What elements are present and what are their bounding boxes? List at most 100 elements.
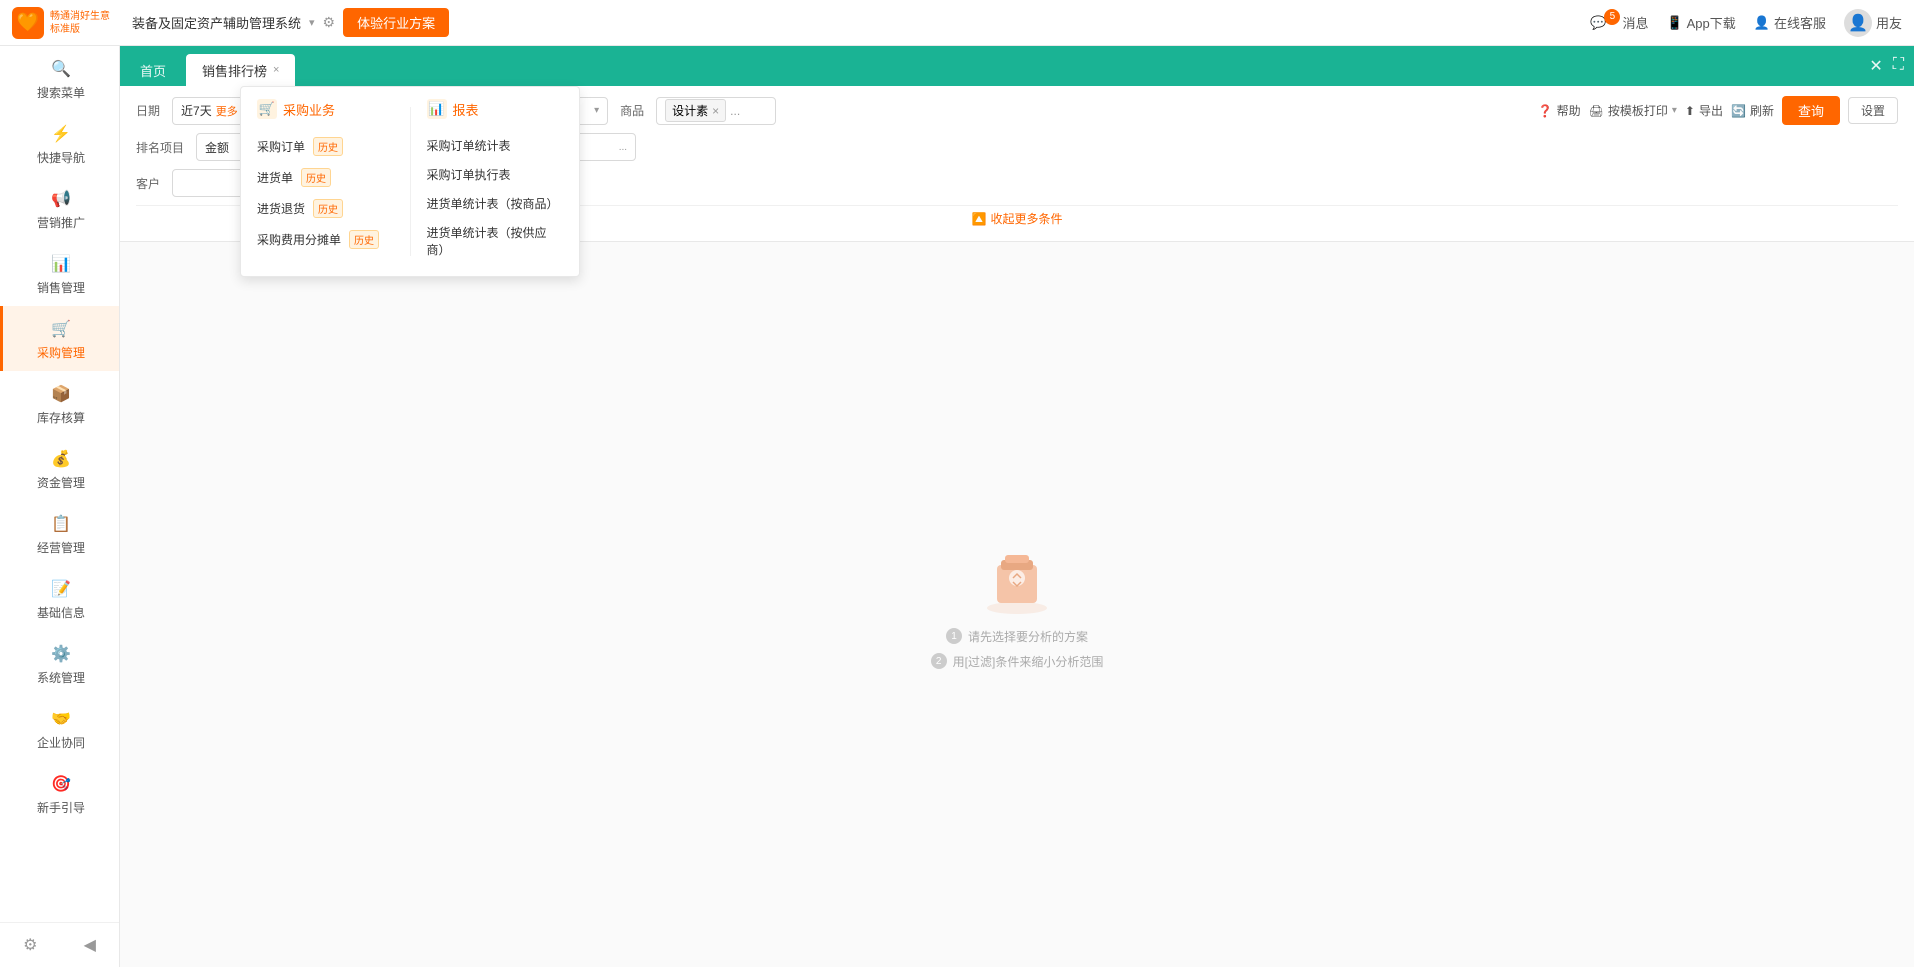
message-label: 消息 — [1622, 13, 1648, 32]
sys-title-area: 装备及固定资产辅助管理系统 ▾ ⚙ 体验行业方案 — [132, 8, 1590, 37]
tab-ranking[interactable]: 销售排行榜 × — [186, 54, 295, 86]
salesman-ellipsis: ... — [619, 142, 627, 153]
customer-label: 客户 — [136, 175, 160, 192]
online-service-button[interactable]: 👤 在线客服 — [1754, 13, 1826, 32]
sidebar-item-finance[interactable]: 💰 资金管理 — [0, 436, 119, 501]
solution-button[interactable]: 体验行业方案 — [343, 8, 449, 37]
dropdown-cols: 🛒 采购业务 采购订单 历史 进货单 历史 进货退货 历史 — [241, 99, 579, 264]
goods-ellipsis[interactable]: ... — [730, 104, 740, 118]
empty-step-2: 2 用[过滤]条件来缩小分析范围 — [931, 653, 1104, 670]
tab-home[interactable]: 首页 — [124, 54, 182, 86]
sales-icon: 📊 — [50, 253, 72, 275]
goods-input[interactable]: 设计素 × ... — [656, 97, 776, 125]
sidebar-item-quick-nav[interactable]: ⚡ 快捷导航 — [0, 111, 119, 176]
dropdown-report-header: 📊 报表 — [427, 99, 564, 127]
message-button[interactable]: 💬 5 消息 — [1590, 13, 1648, 32]
tab-ranking-label: 销售排行榜 — [202, 61, 267, 80]
export-icon: ⬆ — [1685, 104, 1695, 118]
user-area[interactable]: 👤 用友 — [1844, 9, 1902, 37]
logo-text: 畅通消好生意 标准版 — [50, 10, 110, 36]
empty-step1-text: 请先选择要分析的方案 — [968, 628, 1088, 645]
sidebar-label-purchase: 采购管理 — [37, 344, 85, 361]
basic-icon: 📝 — [50, 578, 72, 600]
sidebar-item-newbie[interactable]: 🎯 新手引导 — [0, 761, 119, 826]
sidebar-item-basic[interactable]: 📝 基础信息 — [0, 566, 119, 631]
tab-close-icon[interactable]: × — [273, 64, 279, 76]
sidebar-item-inventory[interactable]: 📦 库存核算 — [0, 371, 119, 436]
sidebar-item-purchase[interactable]: 🛒 采购管理 — [0, 306, 119, 371]
sidebar-label-corp: 企业协同 — [37, 734, 85, 751]
sidebar-item-sales[interactable]: 📊 销售管理 — [0, 241, 119, 306]
sidebar-item-marketing[interactable]: 📢 营销推广 — [0, 176, 119, 241]
help-button[interactable]: ❓ 帮助 — [1538, 102, 1581, 119]
app-download-label: App下载 — [1687, 13, 1736, 32]
quick-nav-icon: ⚡ — [50, 123, 72, 145]
dropdown-item-order-stats[interactable]: 采购订单统计表 — [427, 131, 564, 160]
rank-label: 排名项目 — [136, 139, 184, 156]
query-button[interactable]: 查询 — [1782, 96, 1840, 125]
marketing-icon: 📢 — [50, 188, 72, 210]
top-right-area: 💬 5 消息 📱 App下载 👤 在线客服 👤 用友 — [1590, 9, 1902, 37]
doc-status-arrow: ▾ — [594, 105, 599, 116]
goods-tag: 设计素 × — [665, 99, 726, 122]
rank-value: 金额 — [205, 139, 229, 156]
dropdown-item-purchase-order[interactable]: 采购订单 历史 — [257, 131, 394, 162]
phone-icon: 📱 — [1666, 15, 1682, 31]
step-num-2: 2 — [931, 653, 947, 669]
dropdown-item-purchase-inbound[interactable]: 进货单 历史 — [257, 162, 394, 193]
toolbar-right: ❓ 帮助 🖨 按模板打印 ▾ ⬆ 导出 🔄 刷新 — [1538, 96, 1898, 125]
print-button[interactable]: 🖨 按模板打印 ▾ — [1589, 102, 1677, 119]
history-tag-3: 历史 — [313, 199, 343, 218]
username-label: 用友 — [1876, 13, 1902, 32]
collapse-button[interactable]: 🔼 收起更多条件 — [972, 210, 1063, 227]
order-stats-label: 采购订单统计表 — [427, 137, 511, 154]
empty-step-1: 1 请先选择要分析的方案 — [946, 628, 1088, 645]
settings-icon[interactable]: ⚙ — [323, 14, 336, 31]
history-tag-1: 历史 — [313, 137, 343, 156]
refresh-button[interactable]: 🔄 刷新 — [1731, 102, 1774, 119]
report-header-icon: 📊 — [427, 99, 447, 119]
finance-icon: 💰 — [50, 448, 72, 470]
inventory-icon: 📦 — [50, 383, 72, 405]
settings-button[interactable]: 设置 — [1848, 97, 1898, 124]
sidebar-item-system[interactable]: ⚙️ 系统管理 — [0, 631, 119, 696]
print-icon: 🖨 — [1589, 104, 1604, 118]
sidebar-item-corp[interactable]: 🤝 企业协同 — [0, 696, 119, 761]
dropdown-item-inbound-goods[interactable]: 进货单统计表（按商品） — [427, 189, 564, 218]
search-icon: 🔍 — [50, 58, 72, 80]
dropdown-item-order-exec[interactable]: 采购订单执行表 — [427, 160, 564, 189]
print-arrow[interactable]: ▾ — [1672, 105, 1677, 116]
date-more-link[interactable]: 更多 — [216, 103, 238, 119]
export-label: 导出 — [1699, 102, 1723, 119]
help-icon: ❓ — [1538, 104, 1553, 118]
step-num-1: 1 — [946, 628, 962, 644]
tab-right-icons: ✕ ⛶ — [1869, 56, 1904, 76]
expense-label: 采购费用分摊单 — [257, 231, 341, 248]
sidebar-collapse-btn[interactable]: ◀ — [84, 935, 96, 955]
content-area: 首页 销售排行榜 × ✕ ⛶ 🛒 采购业务 — [120, 46, 1914, 967]
goods-tag-close[interactable]: × — [712, 104, 719, 118]
tab-home-label: 首页 — [140, 61, 166, 80]
export-button[interactable]: ⬆ 导出 — [1685, 102, 1723, 119]
main-layout: 🔍 搜索菜单 ⚡ 快捷导航 📢 营销推广 📊 销售管理 🛒 采购管理 📦 库存核… — [0, 46, 1914, 967]
goods-tag-text: 设计素 — [672, 102, 708, 119]
sidebar-label-sales: 销售管理 — [37, 279, 85, 296]
dropdown-item-inbound-supplier[interactable]: 进货单统计表（按供应商） — [427, 218, 564, 264]
avatar: 👤 — [1844, 9, 1872, 37]
dropdown-report-col: 📊 报表 采购订单统计表 采购订单执行表 进货单统计表（按商品） 进货单统计表（… — [411, 99, 580, 264]
service-icon: 👤 — [1754, 15, 1770, 31]
empty-state: 1 请先选择要分析的方案 2 用[过滤]条件来缩小分析范围 — [120, 242, 1914, 967]
app-download-button[interactable]: 📱 App下载 — [1666, 13, 1735, 32]
sidebar-settings-btn[interactable]: ⚙ — [23, 935, 37, 955]
dropdown-menu: 🛒 采购业务 采购订单 历史 进货单 历史 进货退货 历史 — [240, 86, 580, 277]
title-arrow-icon[interactable]: ▾ — [309, 16, 315, 29]
maximize-icon[interactable]: ⛶ — [1893, 56, 1904, 76]
print-label: 按模板打印 — [1608, 102, 1668, 119]
dropdown-item-purchase-return[interactable]: 进货退货 历史 — [257, 193, 394, 224]
sidebar-item-operation[interactable]: 📋 经营管理 — [0, 501, 119, 566]
online-service-label: 在线客服 — [1774, 13, 1826, 32]
sidebar-item-search[interactable]: 🔍 搜索菜单 — [0, 46, 119, 111]
collapse-arrow-icon: 🔼 — [972, 212, 987, 226]
close-window-icon[interactable]: ✕ — [1869, 56, 1882, 76]
dropdown-item-purchase-expense[interactable]: 采购费用分摊单 历史 — [257, 224, 394, 255]
